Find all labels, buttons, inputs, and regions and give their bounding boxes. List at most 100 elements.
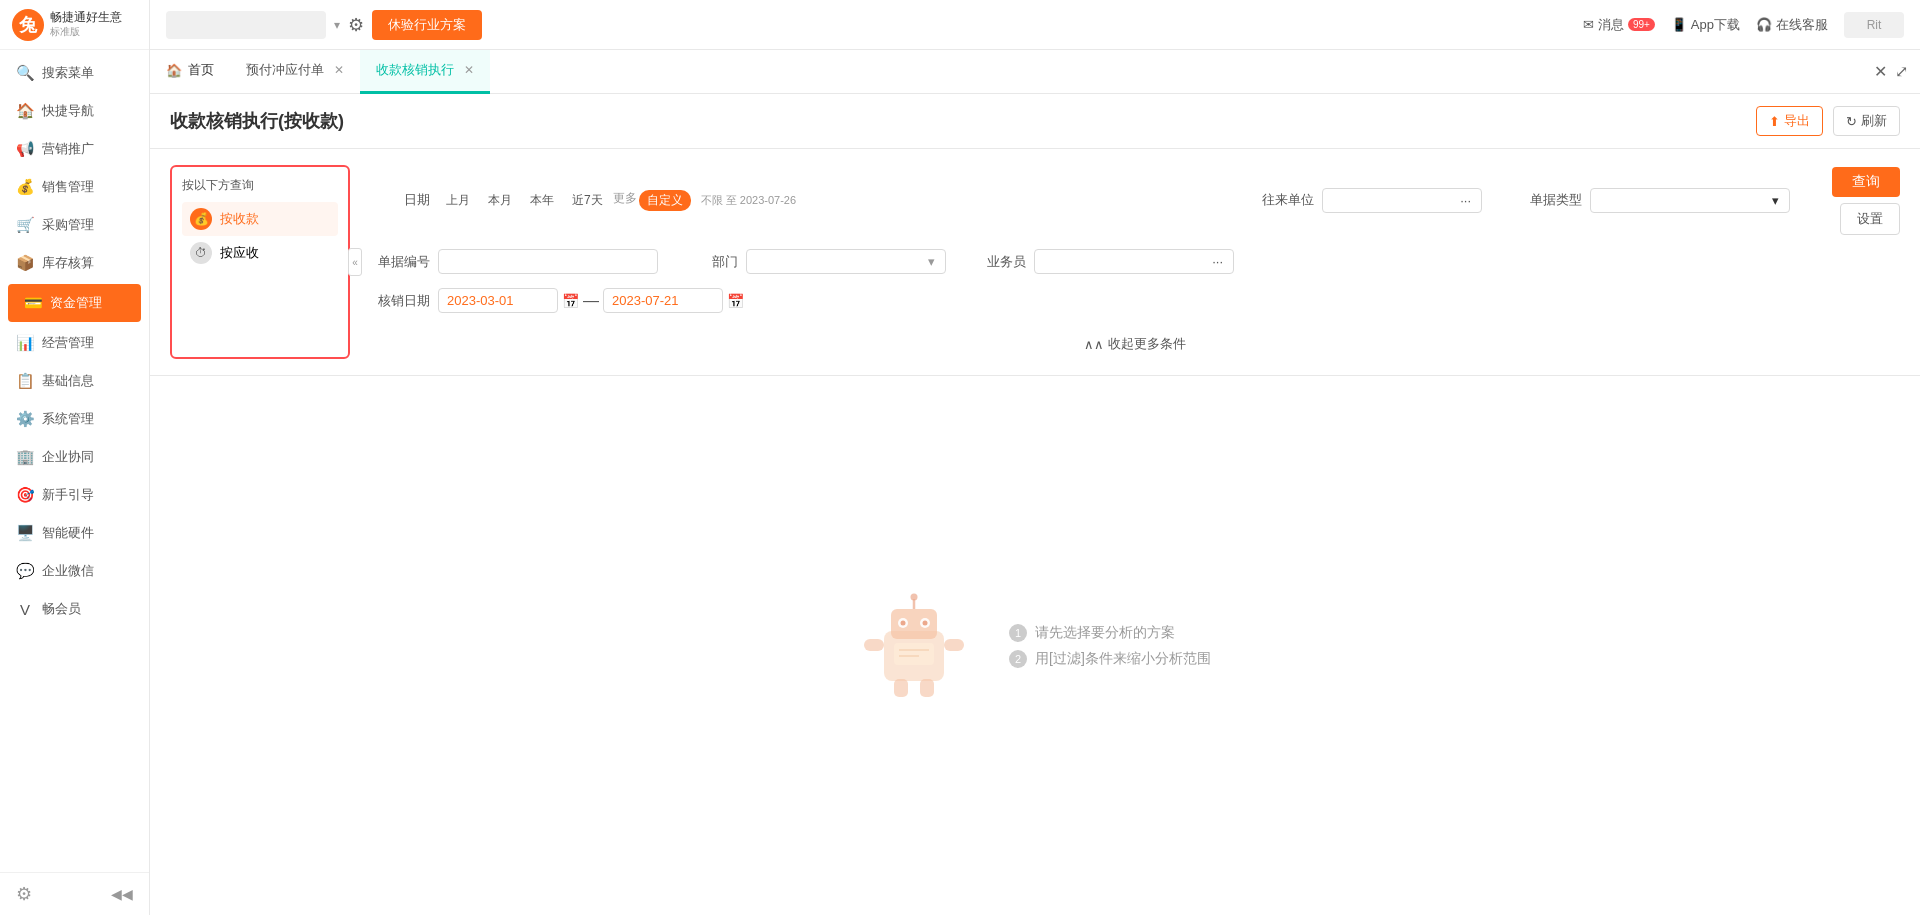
date-dash: — bbox=[583, 292, 599, 310]
page-header: 收款核销执行(按收款) ⬆ 导出 ↻ 刷新 bbox=[150, 94, 1920, 149]
sidebar-item-guide[interactable]: 🎯新手引导 bbox=[0, 476, 149, 514]
marketing-icon: 📢 bbox=[16, 140, 34, 158]
tab-close-all-icon[interactable]: ✕ bbox=[1874, 62, 1887, 81]
sidebar-item-inventory[interactable]: 📦库存核算 bbox=[0, 244, 149, 282]
filter-fields: 日期 上月 本月 本年 近7天 更多 自定义 bbox=[370, 165, 1900, 359]
logo-sub: 标准版 bbox=[50, 25, 122, 39]
settings-button[interactable]: 设置 bbox=[1840, 203, 1900, 235]
sidebar-item-quick-nav[interactable]: 🏠快捷导航 bbox=[0, 92, 149, 130]
app-download-label: App下载 bbox=[1691, 16, 1740, 34]
staff-input[interactable]: ··· bbox=[1034, 249, 1234, 274]
date-tab-this-month[interactable]: 本月 bbox=[480, 190, 520, 211]
app-icon: 📱 bbox=[1671, 17, 1687, 32]
app-download-action[interactable]: 📱 App下载 bbox=[1671, 16, 1740, 34]
collapse-more-button[interactable]: ∧∧ 收起更多条件 bbox=[1072, 329, 1198, 359]
tabbar-controls: ✕ ⤢ bbox=[1874, 62, 1920, 81]
counterpart-input[interactable]: ··· bbox=[1322, 188, 1482, 213]
calendar-end-icon[interactable]: 📅 bbox=[727, 293, 744, 309]
quick-nav-label: 快捷导航 bbox=[42, 102, 94, 120]
date-tab-this-year[interactable]: 本年 bbox=[522, 190, 562, 211]
date-tab-7days[interactable]: 近7天 bbox=[564, 190, 611, 211]
tab-prepay[interactable]: 预付冲应付单 ✕ bbox=[230, 50, 360, 94]
refresh-button[interactable]: ↻ 刷新 bbox=[1833, 106, 1900, 136]
filter-by-receivable[interactable]: ⏱ 按应收 bbox=[182, 236, 338, 270]
tab-receipt-writeoff-close[interactable]: ✕ bbox=[464, 63, 474, 77]
topbar-right: ✉ 消息 99+ 📱 App下载 🎧 在线客服 Rit bbox=[1583, 12, 1904, 38]
search-label: 搜索菜单 bbox=[42, 64, 94, 82]
sidebar-item-wechat[interactable]: 💬企业微信 bbox=[0, 552, 149, 590]
filter-dept-field: 部门 ▾ bbox=[678, 249, 946, 274]
date-label: 日期 bbox=[370, 191, 430, 209]
empty-hint-1: 1 请先选择要分析的方案 bbox=[1009, 624, 1211, 642]
headset-icon: 🎧 bbox=[1756, 17, 1772, 32]
docno-label: 单据编号 bbox=[370, 253, 430, 271]
sidebar-item-basic[interactable]: 📋基础信息 bbox=[0, 362, 149, 400]
staff-label: 业务员 bbox=[966, 253, 1026, 271]
writeoff-start-date-input[interactable] bbox=[438, 288, 558, 313]
online-service-action[interactable]: 🎧 在线客服 bbox=[1756, 16, 1828, 34]
calendar-start-icon[interactable]: 📅 bbox=[562, 293, 579, 309]
sidebar-item-member[interactable]: V畅会员 bbox=[0, 590, 149, 628]
sidebar-item-system[interactable]: ⚙️系统管理 bbox=[0, 400, 149, 438]
refresh-label: 刷新 bbox=[1861, 112, 1887, 130]
dept-select[interactable]: ▾ bbox=[746, 249, 946, 274]
filter-by-receipt[interactable]: 💰 按收款 bbox=[182, 202, 338, 236]
writeoff-end-date-input[interactable] bbox=[603, 288, 723, 313]
message-action[interactable]: ✉ 消息 99+ bbox=[1583, 16, 1655, 34]
sidebar-item-operation[interactable]: 📊经营管理 bbox=[0, 324, 149, 362]
member-label: 畅会员 bbox=[42, 600, 81, 618]
svg-rect-12 bbox=[894, 643, 934, 665]
enterprise-label: 企业协同 bbox=[42, 448, 94, 466]
sidebar-item-enterprise[interactable]: 🏢企业协同 bbox=[0, 438, 149, 476]
sidebar-item-hardware[interactable]: 🖥️智能硬件 bbox=[0, 514, 149, 552]
message-icon: ✉ bbox=[1583, 17, 1594, 32]
query-button[interactable]: 查询 bbox=[1832, 167, 1900, 197]
filter-by-receivable-label: 按应收 bbox=[220, 244, 259, 262]
tabbar: 🏠 首页 预付冲应付单 ✕ 收款核销执行 ✕ ✕ ⤢ bbox=[150, 50, 1920, 94]
collapse-sidebar-icon[interactable]: ◀◀ bbox=[111, 886, 133, 902]
sidebar-item-search[interactable]: 🔍搜索菜单 bbox=[0, 54, 149, 92]
filter-row-1: 日期 上月 本月 本年 近7天 更多 自定义 bbox=[370, 165, 1900, 235]
docno-input[interactable] bbox=[438, 249, 658, 274]
date-group: 上月 本月 本年 近7天 更多 自定义 不限 至 2023-07-26 bbox=[438, 190, 796, 211]
tab-home[interactable]: 🏠 首页 bbox=[150, 50, 230, 94]
sidebar-item-marketing[interactable]: 📢营销推广 bbox=[0, 130, 149, 168]
svg-point-5 bbox=[923, 620, 928, 625]
empty-num-1: 1 bbox=[1009, 624, 1027, 642]
purchase-label: 采购管理 bbox=[42, 216, 94, 234]
sidebar-item-sales[interactable]: 💰销售管理 bbox=[0, 168, 149, 206]
svg-point-7 bbox=[911, 593, 918, 600]
svg-rect-1 bbox=[891, 609, 937, 639]
dept-chevron: ▾ bbox=[928, 254, 935, 269]
filter-docno-field: 单据编号 bbox=[370, 249, 658, 274]
sidebar-item-purchase[interactable]: 🛒采购管理 bbox=[0, 206, 149, 244]
receivable-icon: ⏱ bbox=[190, 242, 212, 264]
doctype-select[interactable]: ▾ bbox=[1590, 188, 1790, 213]
export-icon: ⬆ bbox=[1769, 114, 1780, 129]
sidebar-item-finance[interactable]: 💳资金管理 bbox=[8, 284, 141, 322]
tab-prepay-close[interactable]: ✕ bbox=[334, 63, 344, 77]
topbar-search-blurred bbox=[166, 11, 326, 39]
date-tab-more[interactable]: 更多 bbox=[613, 190, 637, 211]
finance-label: 资金管理 bbox=[50, 294, 102, 312]
empty-hint-2-label: 用[过滤]条件来缩小分析范围 bbox=[1035, 650, 1211, 668]
message-label: 消息 bbox=[1598, 16, 1624, 34]
tab-expand-icon[interactable]: ⤢ bbox=[1895, 62, 1908, 81]
date-tab-last-month[interactable]: 上月 bbox=[438, 190, 478, 211]
tab-receipt-writeoff[interactable]: 收款核销执行 ✕ bbox=[360, 50, 490, 94]
solution-button[interactable]: 休验行业方案 bbox=[372, 10, 482, 40]
user-avatar[interactable]: Rit bbox=[1844, 12, 1904, 38]
doctype-label: 单据类型 bbox=[1502, 191, 1582, 209]
topbar-gear-icon[interactable]: ⚙ bbox=[348, 14, 364, 36]
tab-prepay-label: 预付冲应付单 bbox=[246, 61, 324, 79]
filter-collapse-arrow[interactable]: « bbox=[348, 248, 362, 276]
message-badge: 99+ bbox=[1628, 18, 1655, 31]
topbar-chevron-icon[interactable]: ▾ bbox=[334, 18, 340, 32]
date-tab-custom[interactable]: 自定义 bbox=[639, 190, 691, 211]
svg-rect-11 bbox=[920, 679, 934, 697]
topbar: ▾ ⚙ 休验行业方案 ✉ 消息 99+ 📱 App下载 🎧 在线客服 Rit bbox=[150, 0, 1920, 50]
export-button[interactable]: ⬆ 导出 bbox=[1756, 106, 1823, 136]
export-label: 导出 bbox=[1784, 112, 1810, 130]
filter-row-2: 单据编号 部门 ▾ 业务员 bbox=[370, 249, 1900, 274]
settings-icon[interactable]: ⚙ bbox=[16, 883, 32, 905]
